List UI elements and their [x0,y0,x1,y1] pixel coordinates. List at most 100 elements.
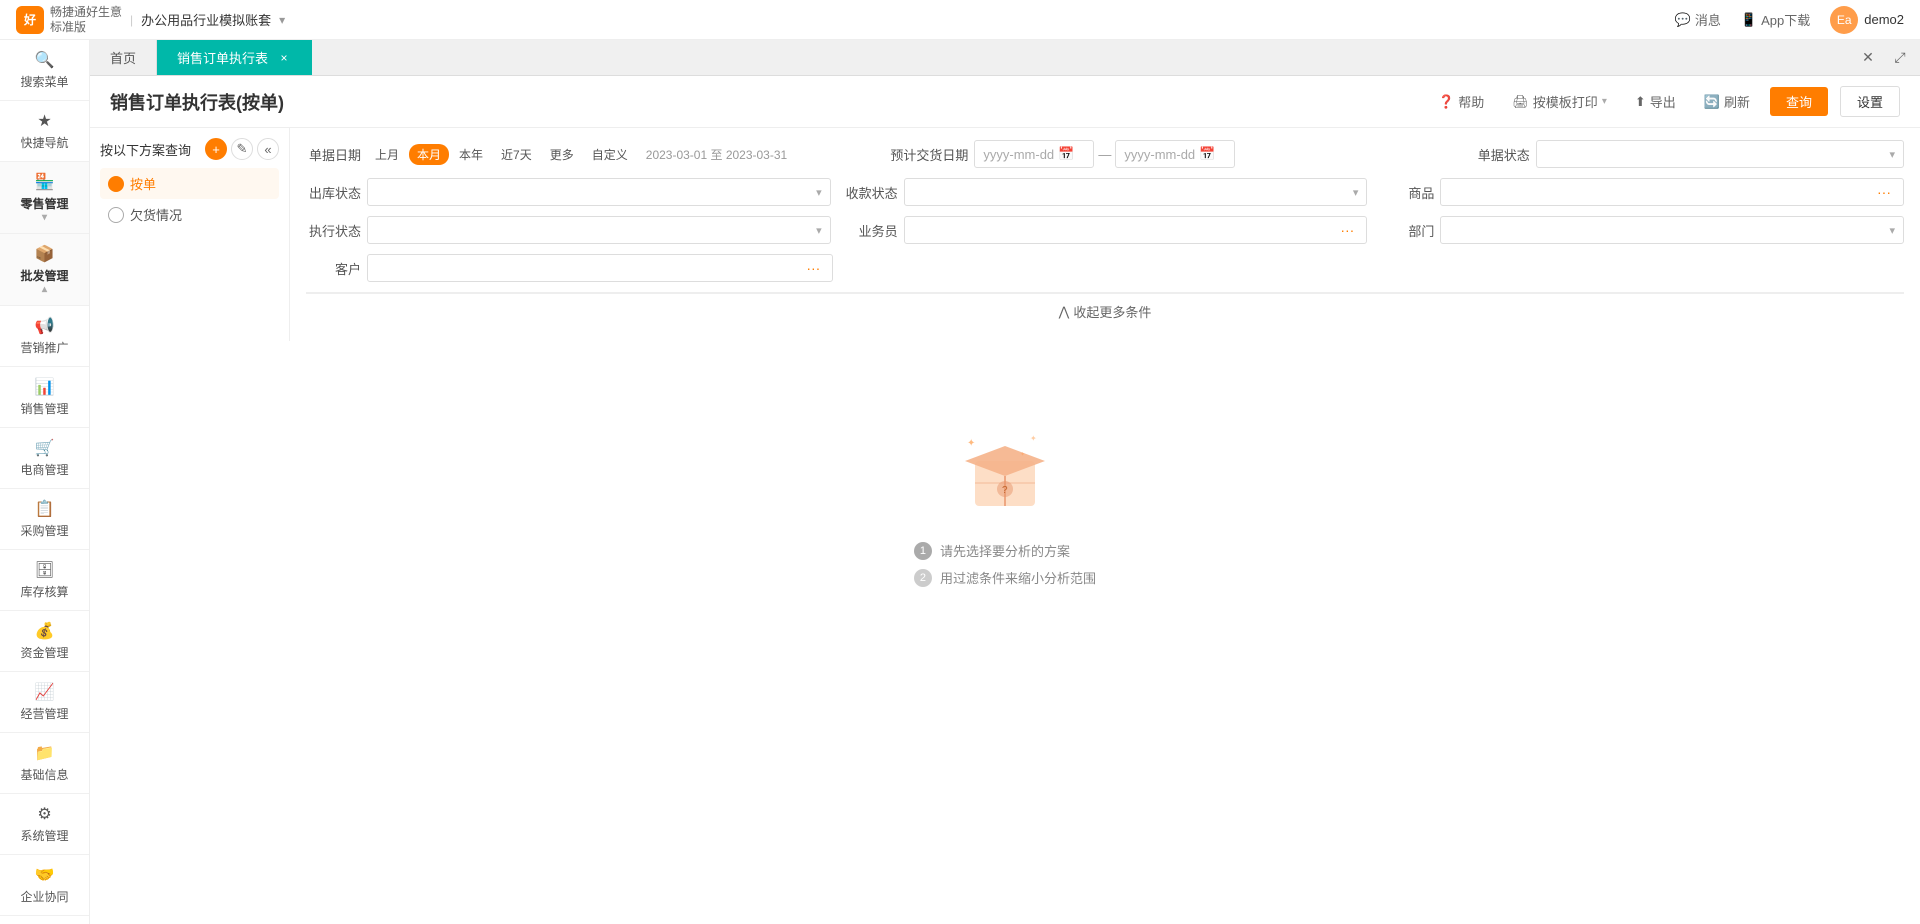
sidebar-item-quick-nav[interactable]: ★ 快捷导航 [0,101,89,162]
date-tab-custom[interactable]: 自定义 [584,144,636,165]
app-download-action[interactable]: 📱 App下载 [1741,10,1810,29]
date-tabs: 上月 本月 本年 近7天 更多 自定义 [367,144,636,165]
payment-status-select[interactable]: ▾ [904,178,1368,206]
refresh-button[interactable]: 🔄 刷新 [1696,88,1758,115]
svg-text:?: ? [1002,485,1008,496]
add-scheme-btn[interactable]: + [205,138,227,160]
dept-dropdown-icon: ▾ [1889,224,1895,237]
sidebar-item-marketing[interactable]: 📢 营销推广 [0,306,89,367]
query-button[interactable]: 查询 [1770,87,1828,116]
finance-icon: 💰 [35,621,55,641]
header-right: 💬 消息 📱 App下载 Ea demo2 [1675,6,1904,34]
sidebar-item-finance[interactable]: 💰 资金管理 [0,611,89,672]
refresh-icon: 🔄 [1704,94,1720,110]
calendar-start-icon: 📅 [1058,146,1074,162]
main-layout: 🔍 搜索菜单 ★ 快捷导航 🏪 零售管理 ▾ 📦 批发管理 ▴ 📢 营销推广 📊… [0,40,1920,924]
salesperson-select[interactable]: ··· [904,216,1368,244]
sidebar-item-purchase[interactable]: 📋 采购管理 [0,489,89,550]
expected-date-end[interactable]: yyyy-mm-dd 📅 [1115,140,1235,168]
sidebar-item-operations[interactable]: 📈 经营管理 [0,672,89,733]
date-tab-this-month[interactable]: 本月 [409,144,449,165]
salesperson-label: 业务员 [843,221,898,240]
date-separator: — [1098,147,1111,162]
customer-select[interactable]: ··· [367,254,833,282]
tab-close-window-btn[interactable]: ✕ [1856,46,1880,70]
date-tab-more[interactable]: 更多 [542,144,582,165]
message-action[interactable]: 💬 消息 [1675,10,1721,29]
date-tab-last-month[interactable]: 上月 [367,144,407,165]
template-print-button[interactable]: 🖨 按模板打印 ▾ [1504,88,1615,115]
collapse-left-btn[interactable]: « [257,138,279,160]
settings-button[interactable]: 设置 [1840,86,1900,117]
filter-group-out-status: 出库状态 ▾ [306,178,831,206]
filter-nav-item-shortage[interactable]: 欠货情况 [100,199,279,230]
export-button[interactable]: ⬆ 导出 [1627,88,1684,115]
customer-more-icon[interactable]: ··· [802,260,824,276]
filter-row-2: 出库状态 ▾ 收款状态 ▾ [306,178,1904,206]
page-actions: ❓ 帮助 🖨 按模板打印 ▾ ⬆ 导出 🔄 [1430,86,1900,117]
collapse-button[interactable]: ⋀ 收起更多条件 [306,293,1904,329]
status-select[interactable]: ▾ [1536,140,1904,168]
empty-illustration: ✦ ✦ ✦ ? [955,421,1055,521]
top-header: 好 畅捷通好生意 标准版 | 办公用品行业模拟账套 ▾ 💬 消息 📱 App下载… [0,0,1920,40]
tab-active[interactable]: 销售订单执行表 × [157,40,312,75]
sidebar-item-search[interactable]: 🔍 搜索菜单 [0,40,89,101]
out-status-select[interactable]: ▾ [367,178,831,206]
sidebar-item-inventory[interactable]: 🗄 库存核算 [0,550,89,611]
filter-group-salesperson: 业务员 ··· [843,216,1368,244]
sidebar-item-ecommerce[interactable]: 🛒 电商管理 [0,428,89,489]
filter-group-goods: 商品 ··· [1379,178,1904,206]
sidebar-item-system[interactable]: ⚙ 系统管理 [0,794,89,855]
help-button[interactable]: ❓ 帮助 [1430,88,1492,115]
print-icon: 🖨 [1512,94,1529,110]
filter-row-4: 客户 ··· [306,254,1904,282]
tab-home[interactable]: 首页 [90,40,157,75]
collapse-up-icon: ⋀ [1059,304,1070,320]
inventory-icon: 🗄 [34,560,54,580]
filter-nav-item-order[interactable]: 按单 [100,168,279,199]
goods-select[interactable]: ··· [1440,178,1904,206]
expected-date-start[interactable]: yyyy-mm-dd 📅 [974,140,1094,168]
exec-status-select[interactable]: ▾ [367,216,831,244]
edit-scheme-btn[interactable]: ✎ [231,138,253,160]
retail-expand-icon: ▾ [42,212,47,223]
ecommerce-icon: 🛒 [35,438,55,458]
wholesale-expand-icon: ▴ [42,284,47,295]
goods-more-icon[interactable]: ··· [1873,184,1895,200]
user-area[interactable]: Ea demo2 [1830,6,1904,34]
sidebar-item-collab[interactable]: 🤝 企业协同 [0,855,89,916]
tab-maximize-btn[interactable]: ⤢ [1888,46,1912,70]
step-num-2: 2 [914,569,932,587]
dept-select[interactable]: ▾ [1440,216,1904,244]
salesperson-more-icon[interactable]: ··· [1336,222,1358,238]
filter-nav-dot-order [108,176,124,192]
message-icon: 💬 [1675,12,1691,28]
tab-close-icon[interactable]: × [276,50,292,66]
dept-label: 部门 [1379,221,1434,240]
page-content: 销售订单执行表(按单) ❓ 帮助 🖨 按模板打印 ▾ ⬆ [90,76,1920,924]
filter-row-1: 单据日期 上月 本月 本年 近7天 更多 自定义 2023-03-01 至 20… [306,140,1904,168]
filter-group-payment-status: 收款状态 ▾ [843,178,1368,206]
filter-left-header: 按以下方案查询 + ✎ « [100,138,279,160]
sidebar-item-retail[interactable]: 🏪 零售管理 ▾ [0,162,89,234]
date-tab-this-year[interactable]: 本年 [451,144,491,165]
sidebar-item-newbie[interactable]: 🎯 新手引导 [0,916,89,924]
content-area: 首页 销售订单执行表 × ✕ ⤢ 销售订单执行表(按单) ❓ [90,40,1920,924]
exec-status-dropdown-icon: ▾ [816,224,822,237]
filter-left-actions: + ✎ « [205,138,279,160]
customer-label: 客户 [306,259,361,278]
breadcrumb-dropdown-icon[interactable]: ▾ [279,13,285,27]
date-tab-7days[interactable]: 近7天 [493,144,540,165]
step-num-1: 1 [914,542,932,560]
status-label: 单据状态 [1475,145,1530,164]
sidebar-item-wholesale[interactable]: 📦 批发管理 ▴ [0,234,89,306]
logo-area: 好 畅捷通好生意 标准版 [16,5,122,34]
svg-text:✦: ✦ [967,438,975,449]
exec-status-label: 执行状态 [306,221,361,240]
filter-group-dept: 部门 ▾ [1379,216,1904,244]
empty-steps: 1 请先选择要分析的方案 2 用过滤条件来缩小分析范围 [914,541,1096,587]
sidebar-item-basic-info[interactable]: 📁 基础信息 [0,733,89,794]
filter-right: 单据日期 上月 本月 本年 近7天 更多 自定义 2023-03-01 至 20… [290,128,1920,341]
sidebar-item-sales[interactable]: 📊 销售管理 [0,367,89,428]
expected-date-label: 预计交货日期 [890,145,968,164]
